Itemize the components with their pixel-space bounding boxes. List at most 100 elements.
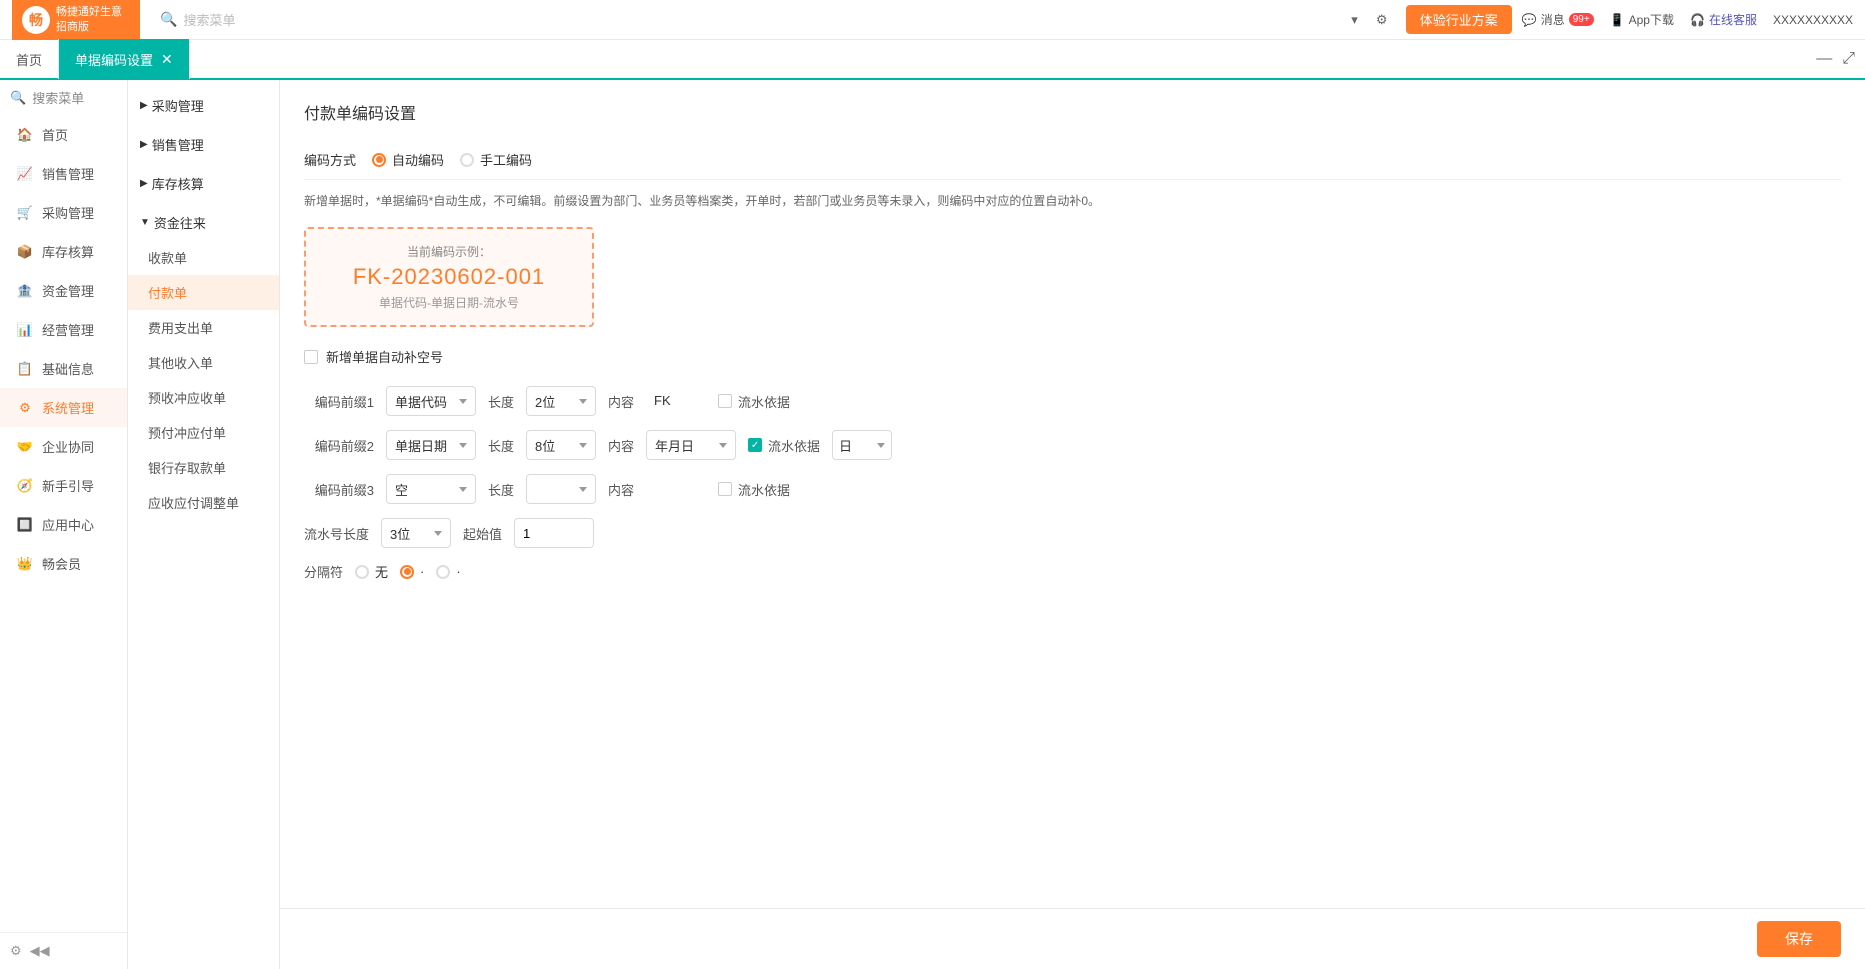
serial-check-2[interactable]: ✓ 流水依据: [748, 436, 820, 455]
prefix-select-1[interactable]: 单据代码: [386, 386, 476, 416]
sec-item-receipt[interactable]: 收款单: [128, 240, 279, 275]
content-value-3: [646, 474, 706, 504]
serial-checkbox-1[interactable]: [718, 394, 732, 408]
collapse-icon[interactable]: ◀◀: [30, 943, 50, 959]
service-button[interactable]: 🎧 在线客服: [1690, 11, 1757, 28]
content-label-3: 内容: [608, 480, 634, 499]
solution-button[interactable]: 体验行业方案: [1406, 5, 1512, 34]
chevron-right-icon3: ▶: [140, 178, 148, 189]
separator-dot-circle: [400, 565, 414, 579]
serial-check-3[interactable]: 流水依据: [718, 480, 790, 499]
logo-icon: 畅: [22, 6, 50, 34]
encode-radio-group: 自动编码 手工编码: [372, 150, 532, 169]
sec-group-inventory-title[interactable]: ▶ 库存核算: [128, 166, 279, 201]
info-icon: 📋: [16, 360, 34, 378]
serial-length-select[interactable]: 3位: [381, 518, 451, 548]
sidebar-item-home[interactable]: 🏠 首页: [0, 115, 127, 154]
sidebar-item-purchase[interactable]: 🛒 采购管理: [0, 193, 127, 232]
collab-icon: 🤝: [16, 438, 34, 456]
serial-number-row: 流水号长度 3位 起始值: [304, 518, 1841, 548]
info-text: 新增单据时，*单据编码*自动生成，不可编辑。前缀设置为部门、业务员等档案类，开单…: [304, 192, 1841, 211]
sec-group-sales: ▶ 销售管理: [128, 127, 279, 162]
sec-group-sales-title[interactable]: ▶ 销售管理: [128, 127, 279, 162]
topbar-dropdown[interactable]: ▾: [1351, 12, 1358, 28]
message-button[interactable]: 💬 消息 99+: [1522, 11, 1594, 28]
separator-dot-inner: [404, 568, 411, 575]
length-select-3[interactable]: [526, 474, 596, 504]
sidebar-item-system[interactable]: ⚙ 系统管理: [0, 388, 127, 427]
sec-item-payment[interactable]: 付款单: [128, 275, 279, 310]
message-badge: 99+: [1569, 13, 1594, 26]
length-select-2[interactable]: 8位: [526, 430, 596, 460]
separator-dot[interactable]: ·: [400, 564, 424, 579]
form-row-3: 编码前缀3 空 长度 内容 流水依据: [304, 474, 1841, 504]
length-select-1[interactable]: 2位: [526, 386, 596, 416]
day-select-2[interactable]: 日: [832, 430, 892, 460]
sidebar-item-collab[interactable]: 🤝 企业协同: [0, 427, 127, 466]
form-row-2: 编码前缀2 单据日期 长度 8位 内容 年月日: [304, 430, 1841, 460]
content-select-2[interactable]: 年月日: [646, 430, 736, 460]
serial-checkbox-2-checked[interactable]: ✓: [748, 438, 762, 452]
code-example-sub: 单据代码-单据日期-流水号: [326, 294, 572, 311]
sec-group-fund: ▼ 资金往来 收款单 付款单 费用支出单 其他收入单 预收冲应收单 预付冲应付单: [128, 205, 279, 520]
phone-icon: 📱: [1610, 13, 1625, 27]
arrow-down-icon7: [459, 487, 467, 492]
sidebar-item-guide[interactable]: 🧭 新手引导: [0, 466, 127, 505]
settings-bottom-icon[interactable]: ⚙: [10, 943, 22, 959]
tab-close-icon[interactable]: ✕: [161, 51, 173, 68]
prefix-select-2[interactable]: 单据日期: [386, 430, 476, 460]
sec-item-expense[interactable]: 费用支出单: [128, 310, 279, 345]
separator-dot2-circle: [436, 565, 450, 579]
code-example-label: 当前编码示例：: [326, 243, 572, 260]
sec-group-purchase-title[interactable]: ▶ 采购管理: [128, 88, 279, 123]
sidebar-item-management[interactable]: 📊 经营管理: [0, 310, 127, 349]
separator-label: 分隔符: [304, 562, 343, 581]
tab-home[interactable]: 首页: [0, 39, 59, 79]
separator-dot2[interactable]: ·: [436, 564, 460, 579]
sec-item-prepay-recv[interactable]: 预收冲应收单: [128, 380, 279, 415]
serial-check-1[interactable]: 流水依据: [718, 392, 790, 411]
sidebar-item-member[interactable]: 👑 畅会员: [0, 544, 127, 583]
sidebar-item-sales[interactable]: 📈 销售管理: [0, 154, 127, 193]
separator-options: 无 · ·: [355, 562, 461, 581]
tab-encode-settings[interactable]: 单据编码设置 ✕: [59, 39, 190, 79]
serial-checkbox-3[interactable]: [718, 482, 732, 496]
app-download-button[interactable]: 📱 App下载: [1610, 11, 1674, 28]
minimize-icon[interactable]: —: [1816, 50, 1832, 68]
encode-method-label: 编码方式: [304, 150, 356, 169]
prefix-select-3[interactable]: 空: [386, 474, 476, 504]
manual-encode-radio[interactable]: 手工编码: [460, 150, 532, 169]
sidebar-item-fund[interactable]: 🏦 资金管理: [0, 271, 127, 310]
save-button[interactable]: 保存: [1757, 921, 1841, 957]
search-placeholder: 搜索菜单: [183, 10, 235, 29]
tabbar-actions: — ⤢: [1816, 50, 1865, 68]
sec-item-other-income[interactable]: 其他收入单: [128, 345, 279, 380]
sec-item-bank[interactable]: 银行存取款单: [128, 450, 279, 485]
sec-group-fund-title[interactable]: ▼ 资金往来: [128, 205, 279, 240]
auto-fill-checkbox[interactable]: [304, 350, 318, 364]
sec-item-adjustment[interactable]: 应收应付调整单: [128, 485, 279, 520]
sidebar-search[interactable]: 🔍 搜索菜单: [0, 80, 127, 115]
main-layout: 🔍 搜索菜单 🏠 首页 📈 销售管理 🛒 采购管理 📦 库存核算 🏦 资金管理 …: [0, 80, 1865, 969]
auto-encode-radio-inner: [376, 156, 383, 163]
content-footer: 保存: [280, 908, 1865, 969]
topbar-search-area: 🔍 搜索菜单: [150, 10, 1341, 29]
user-menu[interactable]: XXXXXXXXXX: [1773, 13, 1853, 27]
start-value-input[interactable]: [514, 518, 594, 548]
content-label-2: 内容: [608, 436, 634, 455]
sec-item-prepay-pay[interactable]: 预付冲应付单: [128, 415, 279, 450]
maximize-icon[interactable]: ⤢: [1842, 50, 1855, 68]
sidebar-item-apps[interactable]: 🔲 应用中心: [0, 505, 127, 544]
manual-encode-radio-circle: [460, 153, 474, 167]
settings-icon[interactable]: ⚙: [1368, 6, 1396, 34]
separator-none[interactable]: 无: [355, 562, 388, 581]
search-icon: 🔍: [160, 11, 177, 28]
member-icon: 👑: [16, 555, 34, 573]
arrow-down-icon: [459, 399, 467, 404]
sidebar-item-info[interactable]: 📋 基础信息: [0, 349, 127, 388]
chevron-right-icon2: ▶: [140, 139, 148, 150]
auto-encode-radio[interactable]: 自动编码: [372, 150, 444, 169]
sidebar-item-inventory[interactable]: 📦 库存核算: [0, 232, 127, 271]
auto-encode-label: 自动编码: [392, 150, 444, 169]
content-label-1: 内容: [608, 392, 634, 411]
